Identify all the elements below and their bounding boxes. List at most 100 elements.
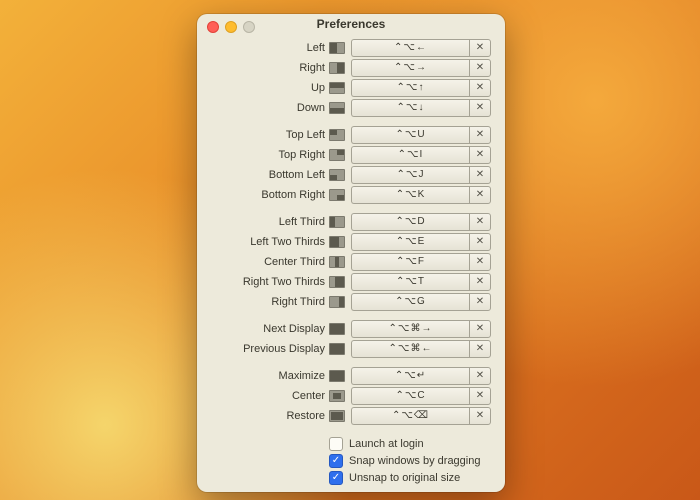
clear-shortcut-button[interactable]: ✕ (469, 166, 491, 184)
shortcut-label: Restore (211, 410, 329, 422)
clear-shortcut-button[interactable]: ✕ (469, 293, 491, 311)
shortcut-field-bottom-right[interactable]: ⌃⌥K (351, 186, 469, 204)
minimize-icon[interactable] (225, 21, 237, 33)
shortcut-row-up: Up ⌃⌥↑✕ (211, 78, 491, 97)
shortcut-control: ⌃⌥⌘→✕ (351, 320, 491, 338)
position-c3-icon (329, 256, 345, 268)
close-icon[interactable] (207, 21, 219, 33)
shortcut-row-maximize: Maximize⌃⌥↵✕ (211, 366, 491, 385)
shortcut-field-top-left[interactable]: ⌃⌥U (351, 126, 469, 144)
clear-shortcut-button[interactable]: ✕ (469, 233, 491, 251)
checkbox-unsnap-to-original-size[interactable]: ✓ (329, 471, 343, 485)
shortcut-field-left[interactable]: ⌃⌥← (351, 39, 469, 57)
shortcut-field-center-third[interactable]: ⌃⌥F (351, 253, 469, 271)
window-title: Preferences (317, 17, 386, 31)
desktop-wallpaper: Preferences Left⌃⌥←✕Right⌃⌥→✕Up⌃⌥↑✕Down⌃… (0, 0, 700, 500)
shortcut-label: Left (211, 42, 329, 54)
window-controls (207, 21, 255, 33)
clear-shortcut-button[interactable]: ✕ (469, 367, 491, 385)
clear-shortcut-button[interactable]: ✕ (469, 407, 491, 425)
position-left-icon (329, 42, 345, 54)
shortcut-control: ⌃⌥I✕ (351, 146, 491, 164)
shortcut-group: Top Left⌃⌥U✕Top Right⌃⌥I✕Bottom Left⌃⌥J✕… (211, 125, 491, 204)
shortcut-row-down: Down⌃⌥↓✕ (211, 98, 491, 117)
checkbox-label: Launch at login (349, 438, 424, 450)
clear-shortcut-button[interactable]: ✕ (469, 186, 491, 204)
checkbox-snap-windows-by-dragging[interactable]: ✓ (329, 454, 343, 468)
clear-shortcut-button[interactable]: ✕ (469, 126, 491, 144)
checkbox-row-launch-at-login: Launch at login (329, 435, 491, 452)
shortcut-label: Up (211, 82, 329, 94)
shortcut-group: Next Display⌃⌥⌘→✕Previous Display⌃⌥⌘←✕ (211, 319, 491, 358)
titlebar: Preferences (197, 14, 505, 33)
zoom-icon[interactable] (243, 21, 255, 33)
shortcut-field-up[interactable]: ⌃⌥↑ (351, 79, 469, 97)
checkbox-label: Snap windows by dragging (349, 455, 480, 467)
position-r3-icon (329, 296, 345, 308)
clear-shortcut-button[interactable]: ✕ (469, 59, 491, 77)
shortcut-row-previous-display: Previous Display ⌃⌥⌘←✕ (211, 339, 491, 358)
shortcut-group: Left Third⌃⌥D✕Left Two Thirds⌃⌥E✕Center … (211, 212, 491, 311)
preferences-window: Preferences Left⌃⌥←✕Right⌃⌥→✕Up⌃⌥↑✕Down⌃… (197, 14, 505, 492)
shortcut-control: ⌃⌥E✕ (351, 233, 491, 251)
shortcut-control: ⌃⌥⌘←✕ (351, 340, 491, 358)
checkbox-label: Unsnap to original size (349, 472, 460, 484)
shortcut-field-right-two-thirds[interactable]: ⌃⌥T (351, 273, 469, 291)
shortcut-field-next-display[interactable]: ⌃⌥⌘→ (351, 320, 469, 338)
shortcut-field-right[interactable]: ⌃⌥→ (351, 59, 469, 77)
shortcut-field-center[interactable]: ⌃⌥C (351, 387, 469, 405)
clear-shortcut-button[interactable]: ✕ (469, 387, 491, 405)
shortcut-row-bottom-right: Bottom Right ⌃⌥K✕ (211, 185, 491, 204)
shortcut-group: Maximize⌃⌥↵✕Center⌃⌥C✕Restore⌃⌥⌫✕ (211, 366, 491, 425)
shortcut-field-down[interactable]: ⌃⌥↓ (351, 99, 469, 117)
position-br-icon (329, 189, 345, 201)
clear-shortcut-button[interactable]: ✕ (469, 253, 491, 271)
shortcut-label: Bottom Right (211, 189, 329, 201)
position-l23-icon (329, 236, 345, 248)
shortcut-field-bottom-left[interactable]: ⌃⌥J (351, 166, 469, 184)
preferences-content: Left⌃⌥←✕Right⌃⌥→✕Up⌃⌥↑✕Down⌃⌥↓✕Top Left⌃… (197, 33, 505, 492)
position-right-icon (329, 62, 345, 74)
shortcut-row-left: Left ⌃⌥←✕ (211, 38, 491, 57)
clear-shortcut-button[interactable]: ✕ (469, 146, 491, 164)
shortcut-field-maximize[interactable]: ⌃⌥↵ (351, 367, 469, 385)
clear-shortcut-button[interactable]: ✕ (469, 99, 491, 117)
position-cen-icon (329, 390, 345, 402)
shortcut-field-top-right[interactable]: ⌃⌥I (351, 146, 469, 164)
shortcut-field-left-two-thirds[interactable]: ⌃⌥E (351, 233, 469, 251)
shortcut-label: Top Right (211, 149, 329, 161)
position-pd-icon (329, 343, 345, 355)
shortcut-control: ⌃⌥K✕ (351, 186, 491, 204)
clear-shortcut-button[interactable]: ✕ (469, 213, 491, 231)
clear-shortcut-button[interactable]: ✕ (469, 79, 491, 97)
shortcut-control: ⌃⌥D✕ (351, 213, 491, 231)
shortcut-label: Center (211, 390, 329, 402)
shortcut-row-right-third: Right Third⌃⌥G✕ (211, 292, 491, 311)
shortcut-label: Top Left (211, 129, 329, 141)
shortcut-field-left-third[interactable]: ⌃⌥D (351, 213, 469, 231)
shortcut-control: ⌃⌥↵✕ (351, 367, 491, 385)
shortcut-row-left-two-thirds: Left Two Thirds⌃⌥E✕ (211, 232, 491, 251)
checkbox-row-unsnap-to-original-size: ✓ Unsnap to original size (329, 469, 491, 486)
shortcut-field-right-third[interactable]: ⌃⌥G (351, 293, 469, 311)
shortcut-label: Right (211, 62, 329, 74)
shortcut-field-restore[interactable]: ⌃⌥⌫ (351, 407, 469, 425)
shortcut-control: ⌃⌥⌫✕ (351, 407, 491, 425)
shortcut-row-center-third: Center Third ⌃⌥F✕ (211, 252, 491, 271)
clear-shortcut-button[interactable]: ✕ (469, 273, 491, 291)
shortcut-label: Center Third (211, 256, 329, 268)
position-nd-icon (329, 323, 345, 335)
shortcut-row-center: Center ⌃⌥C✕ (211, 386, 491, 405)
shortcut-label: Previous Display (211, 343, 329, 355)
clear-shortcut-button[interactable]: ✕ (469, 320, 491, 338)
checkbox-row-snap-windows-by-dragging: ✓ Snap windows by dragging (329, 452, 491, 469)
shortcut-control: ⌃⌥↑✕ (351, 79, 491, 97)
checkbox-launch-at-login[interactable] (329, 437, 343, 451)
shortcut-control: ⌃⌥T✕ (351, 273, 491, 291)
shortcut-row-bottom-left: Bottom Left⌃⌥J✕ (211, 165, 491, 184)
shortcut-control: ⌃⌥←✕ (351, 39, 491, 57)
clear-shortcut-button[interactable]: ✕ (469, 340, 491, 358)
clear-shortcut-button[interactable]: ✕ (469, 39, 491, 57)
shortcut-label: Right Two Thirds (211, 276, 329, 288)
shortcut-field-previous-display[interactable]: ⌃⌥⌘← (351, 340, 469, 358)
